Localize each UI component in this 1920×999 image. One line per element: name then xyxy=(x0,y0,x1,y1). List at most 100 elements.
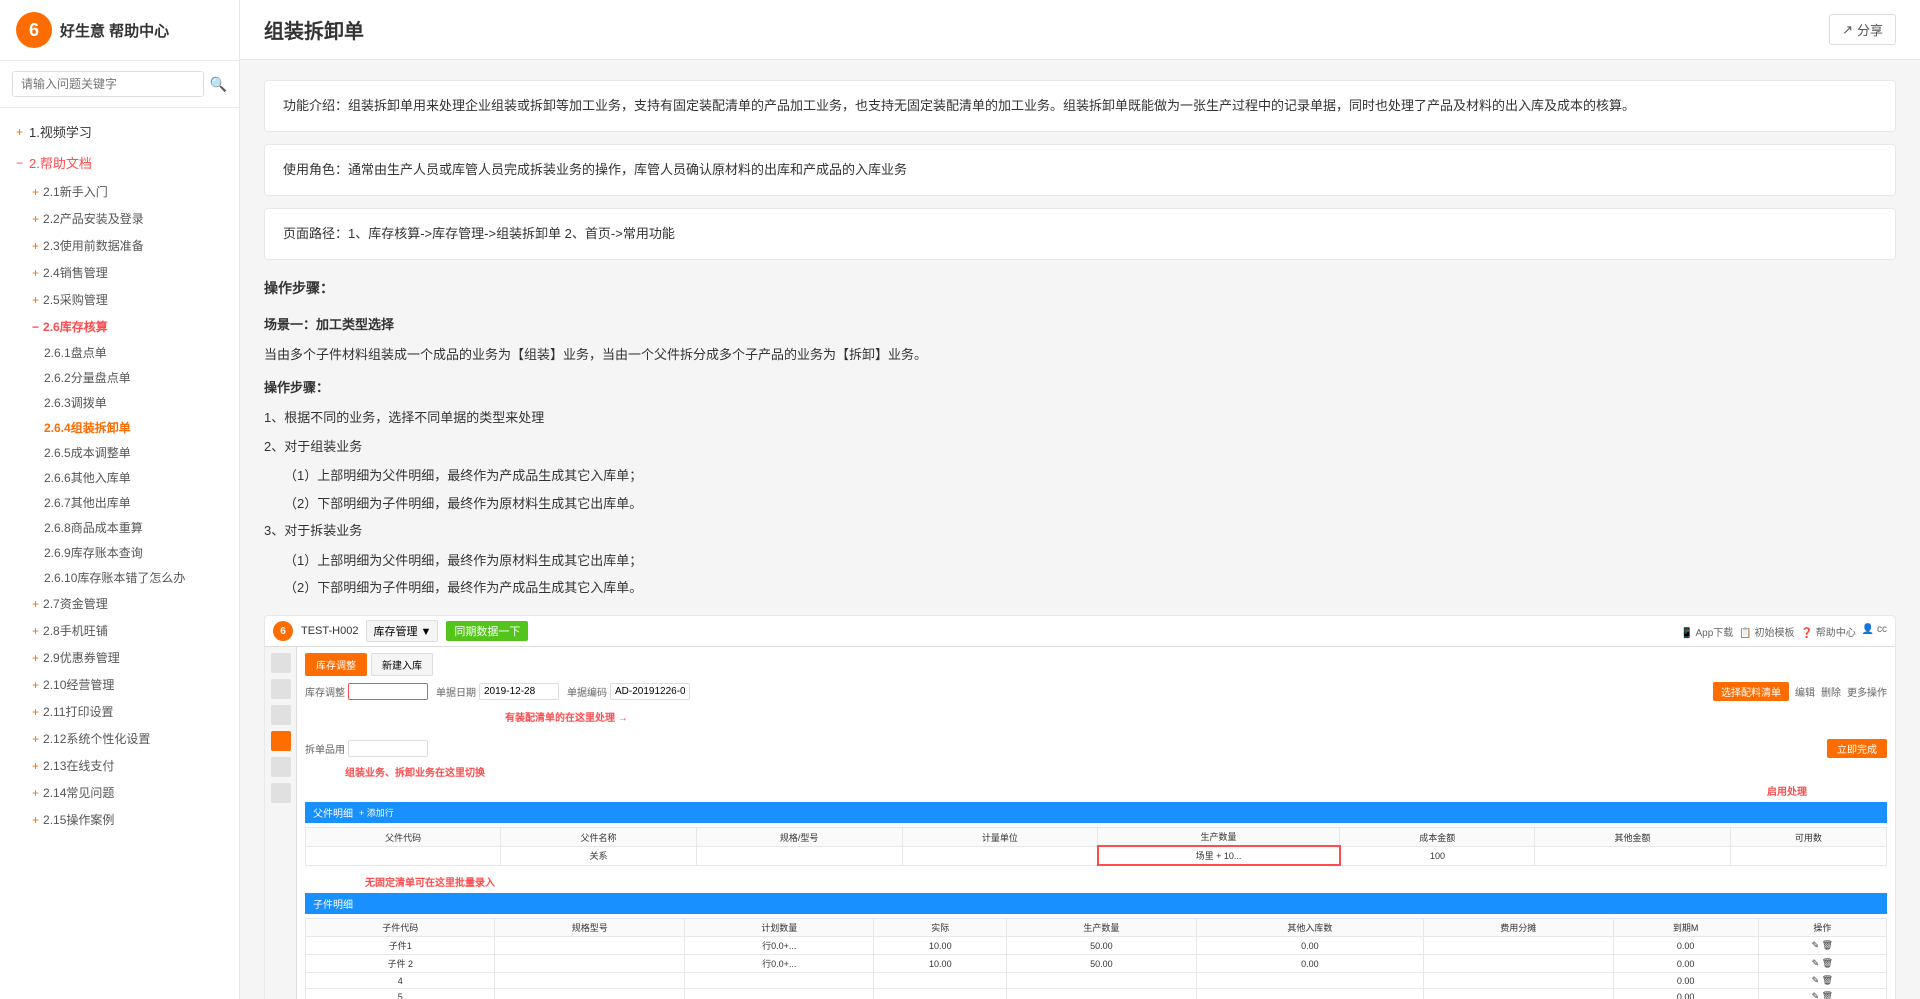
sidebar-item-data-prep[interactable]: + 2.3使用前数据准备 xyxy=(0,232,239,259)
sidebar-item-assembly[interactable]: 2.6.4组装拆卸单 xyxy=(0,415,239,440)
table-row: 4 0.00 ✎ 🗑 xyxy=(306,973,1887,989)
app-sidebar-icon-2 xyxy=(271,679,291,699)
app-form-code-input[interactable] xyxy=(610,683,690,700)
search-icon[interactable]: 🔍 xyxy=(210,76,227,93)
sidebar-item-faq[interactable]: + 2.14常见问题 xyxy=(0,779,239,806)
annotation-switch: 组装业务、拆卸业务在这里切换 xyxy=(305,768,485,779)
sidebar-item-newbie[interactable]: + 2.1新手入门 xyxy=(0,178,239,205)
ops-title: 操作步骤： xyxy=(264,276,1896,301)
app-title: 好生意 帮助中心 xyxy=(60,20,169,41)
table-row: 子件1 行0.0+... 10.00 50.00 0.00 0.00 ✎ 🗑 xyxy=(306,937,1887,955)
content-area: 功能介绍：组装拆卸单用来处理企业组装或拆卸等加工业务，支持有固定装配清单的产品加… xyxy=(240,60,1920,999)
sidebar-item-cases[interactable]: + 2.15操作案例 xyxy=(0,806,239,833)
step3-sub1: （1）上部明细为父件明细，最终作为原材料生成其它出库单； xyxy=(264,549,1896,572)
sidebar-item-inventory[interactable]: − 2.6库存核算 xyxy=(0,313,239,340)
app-tab-inbound[interactable]: 新建入库 xyxy=(371,653,433,676)
sidebar-item-coupon[interactable]: + 2.9优惠券管理 xyxy=(0,644,239,671)
sidebar-item-purchase[interactable]: + 2.5采购管理 xyxy=(0,286,239,313)
intro-block-2: 使用角色：通常由生产人员或库管人员完成拆装业务的操作，库管人员确认原材料的出库和… xyxy=(264,144,1896,196)
table-row: 5 0.00 ✎ 🗑 xyxy=(306,989,1887,999)
app-form-date: 单据日期 xyxy=(436,683,559,700)
app-sidebar-icon-5 xyxy=(271,757,291,777)
annotation-batch: 无固定清单可在这里批量录入 xyxy=(305,872,1887,893)
sidebar-item-docs[interactable]: − 2.帮助文档 xyxy=(0,147,239,178)
sidebar-item-inventory-fix[interactable]: 2.6.10库存账本错了怎么办 xyxy=(0,565,239,590)
sidebar-item-ops[interactable]: + 2.10经营管理 xyxy=(0,671,239,698)
app-delete-link[interactable]: 删除 xyxy=(1821,684,1841,699)
app-section-bar-parent: 父件明细 + 添加行 xyxy=(305,802,1887,823)
sidebar-item-cost-recalc[interactable]: 2.6.8商品成本重算 xyxy=(0,515,239,540)
sidebar-item-other-in[interactable]: 2.6.6其他入库单 xyxy=(0,465,239,490)
app-form-date-input[interactable] xyxy=(479,683,559,700)
scenario1-title: 场景一：加工类型选择 xyxy=(264,313,1896,336)
app-tab-adjust[interactable]: 库存调整 xyxy=(305,653,367,676)
annotation-area-1: 有装配清单的在这里处理 → xyxy=(305,707,1887,737)
main-header: 组装拆卸单 ↗ 分享 xyxy=(240,0,1920,60)
app-section-bar-child: 子件明细 xyxy=(305,893,1887,914)
ops-steps: 操作步骤： 场景一：加工类型选择 当由多个子件材料组装成一个成品的业务为【组装】… xyxy=(264,276,1896,599)
screenshot-container: 6 TEST-H002 库存管理 ▼ 同期数据一下 📱 App下载 📋 初始模板… xyxy=(264,615,1896,999)
sidebar-item-cost-adj[interactable]: 2.6.5成本调整单 xyxy=(0,440,239,465)
app-topbar: 6 TEST-H002 库存管理 ▼ 同期数据一下 📱 App下载 📋 初始模板… xyxy=(265,616,1895,647)
sidebar-item-mobile[interactable]: + 2.8手机旺铺 xyxy=(0,617,239,644)
app-form-type: 库存调整 xyxy=(305,683,428,700)
sidebar-item-sales[interactable]: + 2.4销售管理 xyxy=(0,259,239,286)
app-more-link[interactable]: 更多操作 xyxy=(1847,684,1887,699)
app-sync-btn[interactable]: 同期数据一下 xyxy=(446,621,528,641)
sidebar-item-inventory-query[interactable]: 2.6.9库存账本查询 xyxy=(0,540,239,565)
ops-steps-title: 操作步骤： xyxy=(264,376,1896,399)
sidebar-item-payment[interactable]: + 2.13在线支付 xyxy=(0,752,239,779)
search-input[interactable] xyxy=(12,71,204,97)
share-icon: ↗ xyxy=(1842,22,1853,38)
annotation-enable: 启用处理 xyxy=(1767,787,1807,798)
logo-icon: 6 xyxy=(16,12,52,48)
plus-icon: + xyxy=(16,125,23,139)
sidebar-item-print[interactable]: + 2.11打印设置 xyxy=(0,698,239,725)
sidebar-item-finance[interactable]: + 2.7资金管理 xyxy=(0,590,239,617)
table-row: 子件 2 行0.0+... 10.00 50.00 0.00 0.00 ✎ 🗑 xyxy=(306,955,1887,973)
intro-block-1: 功能介绍：组装拆卸单用来处理企业组装或拆卸等加工业务，支持有固定装配清单的产品加… xyxy=(264,80,1896,132)
sidebar-item-partial-stocktake[interactable]: 2.6.2分量盘点单 xyxy=(0,365,239,390)
annotation-bom: 有装配清单的在这里处理 → xyxy=(505,709,628,724)
app-btn-confirm[interactable]: 立即完成 xyxy=(1827,739,1887,758)
app-btn-bom[interactable]: 选择配料清单 xyxy=(1713,682,1789,701)
table-row: 关系 场里 + 10... 100 xyxy=(306,846,1887,865)
app-top-icons: 📱 App下载 📋 初始模板 ❓ 帮助中心 👤 cc xyxy=(1681,624,1887,639)
step3-sub2: （2）下部明细为子件明细，最终作为产成品生成其它入库单。 xyxy=(264,576,1896,599)
sidebar-item-install[interactable]: + 2.2产品安装及登录 xyxy=(0,205,239,232)
app-sidebar-icon-3 xyxy=(271,705,291,725)
app-form-code: 单据编码 xyxy=(567,683,690,700)
sidebar: 6 好生意 帮助中心 🔍 + 1.视频学习 − 2.帮助文档 + 2.1新手入门… xyxy=(0,0,240,999)
step2: 2、对于组装业务 xyxy=(264,435,1896,458)
app-tabs: 库存调整 新建入库 xyxy=(305,653,1887,676)
app-main-form: 库存调整 新建入库 库存调整 单据日期 xyxy=(297,647,1895,999)
step2-sub1: （1）上部明细为父件明细，最终作为产成品生成其它入库单； xyxy=(264,464,1896,487)
sidebar-header: 6 好生意 帮助中心 xyxy=(0,0,239,61)
app-form-split: 拆单品用 xyxy=(305,740,428,757)
sidebar-item-transfer[interactable]: 2.6.3调拨单 xyxy=(0,390,239,415)
app-sidebar-icon-6 xyxy=(271,783,291,803)
app-add-row-icon[interactable]: + 添加行 xyxy=(359,806,394,819)
sidebar-item-stocktake[interactable]: 2.6.1盘点单 xyxy=(0,340,239,365)
path-block: 页面路径：1、库存核算->库存管理->组装拆卸单 2、首页->常用功能 xyxy=(264,208,1896,260)
app-form-row1: 库存调整 单据日期 单据编码 xyxy=(305,682,1887,701)
annotation-area-2: 组装业务、拆卸业务在这里切换 xyxy=(305,764,1887,779)
sidebar-item-customize[interactable]: + 2.12系统个性化设置 xyxy=(0,725,239,752)
minus-icon: − xyxy=(16,156,23,170)
sidebar-item-other-out[interactable]: 2.6.7其他出库单 xyxy=(0,490,239,515)
app-module-selector[interactable]: 库存管理 ▼ xyxy=(366,620,438,642)
step2-sub2: （2）下部明细为子件明细，最终作为原材料生成其它出库单。 xyxy=(264,492,1896,515)
app-form-split-input[interactable] xyxy=(348,740,428,757)
app-edit-link[interactable]: 编辑 xyxy=(1795,684,1815,699)
app-logo-sm: 6 xyxy=(273,621,293,641)
app-sidebar-icon-4 xyxy=(271,731,291,751)
share-button[interactable]: ↗ 分享 xyxy=(1829,14,1896,45)
app-body: 库存调整 新建入库 库存调整 单据日期 xyxy=(265,647,1895,999)
search-box: 🔍 xyxy=(0,61,239,108)
app-form-type-input[interactable] xyxy=(348,683,428,700)
app-form-row2: 拆单品用 立即完成 xyxy=(305,739,1887,758)
sidebar-nav: + 1.视频学习 − 2.帮助文档 + 2.1新手入门 + 2.2产品安装及登录… xyxy=(0,108,239,999)
app-child-table: 子件代码 规格型号 计划数量 实际 生产数量 其他入库数 费用分摊 到期M 操作 xyxy=(305,918,1887,999)
sidebar-item-video[interactable]: + 1.视频学习 xyxy=(0,116,239,147)
step3: 3、对于拆装业务 xyxy=(264,519,1896,542)
